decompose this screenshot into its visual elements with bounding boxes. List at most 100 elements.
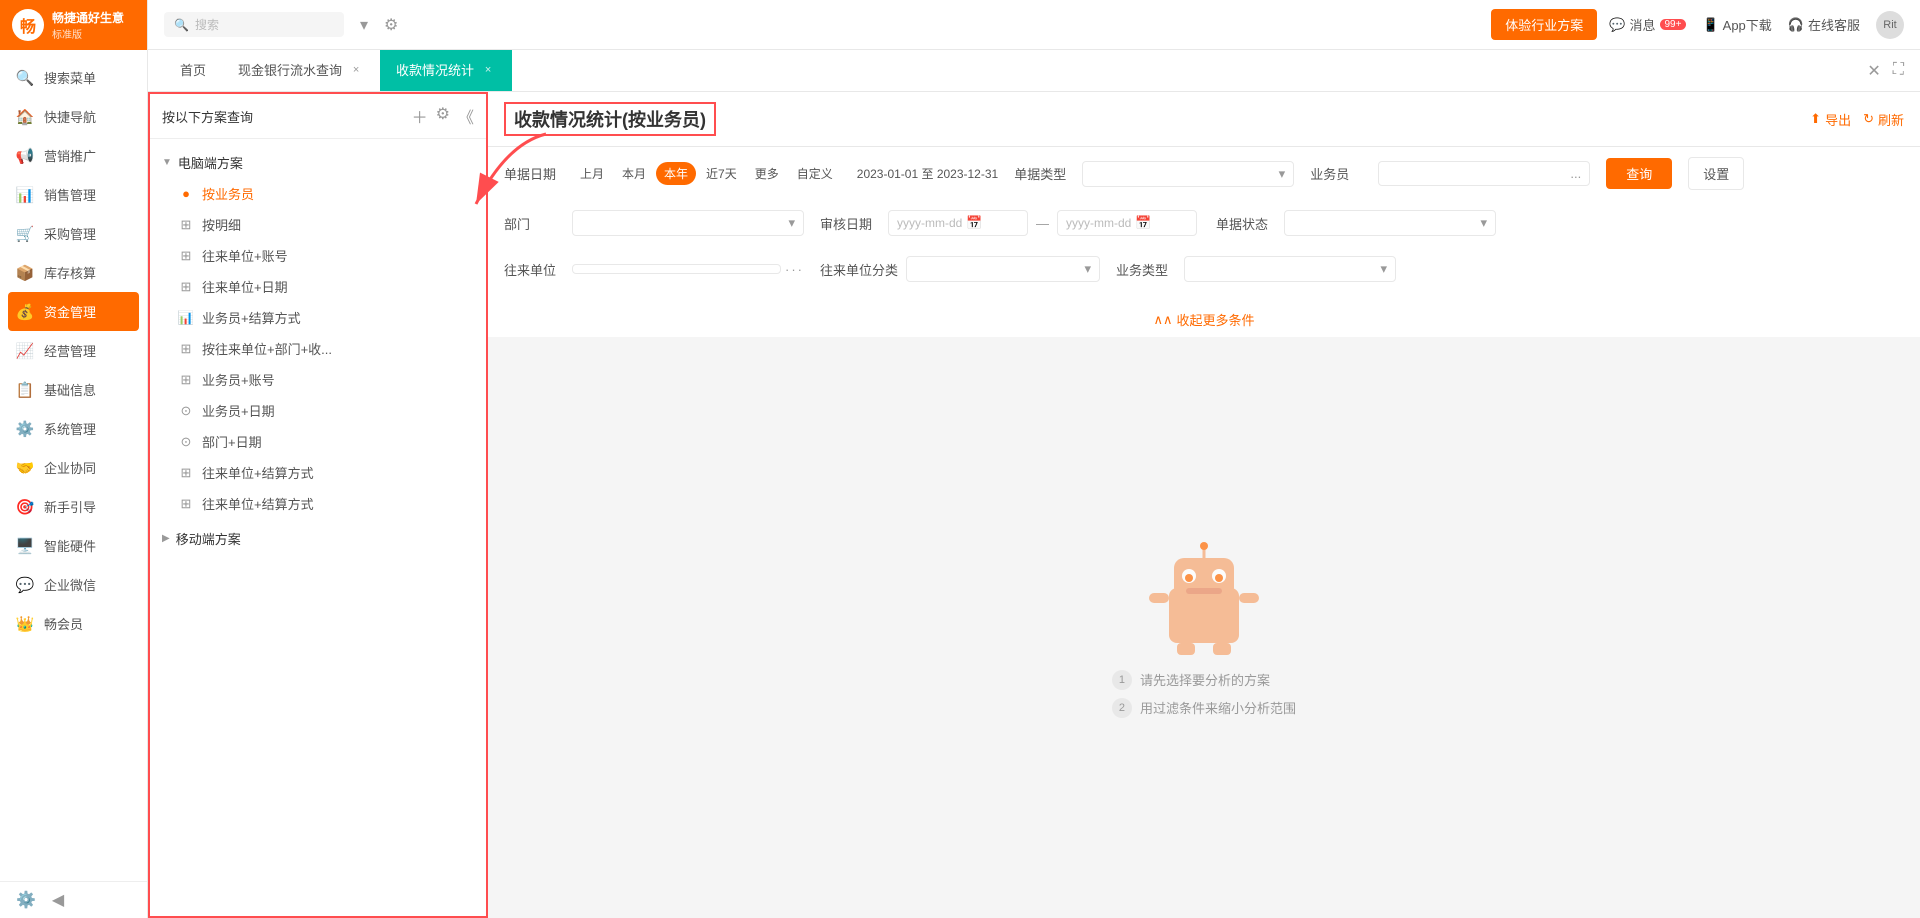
- scheme-item-counterpart-account[interactable]: ⊞ 往来单位+账号: [150, 240, 486, 271]
- scheme-salesperson-account-icon: ⊞: [178, 372, 194, 388]
- refresh-btn[interactable]: ↻ 刷新: [1863, 110, 1904, 129]
- review-date-from[interactable]: yyyy-mm-dd 📅: [888, 210, 1028, 236]
- sidebar-item-enterprise[interactable]: 🤝 企业协同: [0, 448, 147, 487]
- empty-step-1: 1 请先选择要分析的方案: [1112, 670, 1296, 690]
- receipt-type-select[interactable]: ▾: [1082, 161, 1294, 187]
- dept-select[interactable]: ▾: [572, 210, 804, 236]
- sidebar-item-quick-nav[interactable]: 🏠 快捷导航: [0, 97, 147, 136]
- scheme-item-counterpart-settlement1[interactable]: ⊞ 往来单位+结算方式: [150, 457, 486, 488]
- date-tab-more[interactable]: 更多: [747, 162, 787, 185]
- scheme-item-salesperson-settlement[interactable]: 📊 业务员+结算方式: [150, 302, 486, 333]
- receipt-status-select[interactable]: ▾: [1284, 210, 1496, 236]
- counterpart-select[interactable]: [572, 264, 781, 274]
- collapse-sidebar-icon[interactable]: ◀: [52, 890, 64, 910]
- date-separator: —: [1032, 216, 1053, 231]
- query-btn[interactable]: 查询: [1606, 158, 1672, 189]
- manage-scheme-icon[interactable]: ⚙: [436, 104, 450, 128]
- headset-icon: 🎧: [1788, 17, 1804, 33]
- sidebar-item-guide[interactable]: 🎯 新手引导: [0, 487, 147, 526]
- biz-type-select[interactable]: ▾: [1184, 256, 1396, 282]
- counterpart-input-group: ···: [572, 262, 804, 277]
- scheme-item-counterpart-settlement2[interactable]: ⊞ 往来单位+结算方式: [150, 488, 486, 519]
- sidebar-item-inventory[interactable]: 📦 库存核算: [0, 253, 147, 292]
- salesperson-label: 业务员: [1310, 164, 1370, 183]
- scheme-item-counterpart-date[interactable]: ⊞ 往来单位+日期: [150, 271, 486, 302]
- tab-bank-flow-close[interactable]: ×: [348, 62, 364, 78]
- tabbar: 首页 现金银行流水查询 × 收款情况统计 × ✕ ⛶: [148, 50, 1920, 92]
- topbar-dropdown-icon[interactable]: ▾: [360, 15, 368, 35]
- scheme-dept-date-icon: ⊙: [178, 434, 194, 450]
- receipt-type-label: 单据类型: [1014, 164, 1074, 183]
- calendar-to-icon: 📅: [1135, 215, 1151, 231]
- scheme-item-counterpart-dept[interactable]: ⊞ 按往来单位+部门+收...: [150, 333, 486, 364]
- marketing-icon: 📢: [16, 147, 34, 165]
- dept-chevron-icon: ▾: [788, 215, 795, 231]
- sidebar-item-member[interactable]: 👑 畅会员: [0, 604, 147, 643]
- topbar: 🔍 搜索 ▾ ⚙ 体验行业方案 💬 消息 99+ 📱 App下载 🎧: [148, 0, 1920, 50]
- online-service-btn[interactable]: 🎧 在线客服: [1788, 15, 1860, 34]
- scheme-group-mobile-header[interactable]: ▶ 移动端方案: [150, 523, 486, 554]
- messages-btn[interactable]: 💬 消息 99+: [1609, 15, 1686, 34]
- export-btn[interactable]: ⬆ 导出: [1810, 110, 1851, 129]
- topbar-search[interactable]: 🔍 搜索: [164, 12, 344, 37]
- logo-icon: 畅: [12, 9, 44, 41]
- salesperson-select[interactable]: ...: [1378, 161, 1590, 186]
- add-scheme-icon[interactable]: ＋: [412, 104, 428, 128]
- tab-collection-stat[interactable]: 收款情况统计 ×: [380, 50, 512, 91]
- counterpart-class-select[interactable]: ▾: [906, 256, 1100, 282]
- tab-bank-flow[interactable]: 现金银行流水查询 ×: [222, 50, 380, 91]
- sales-icon: 📊: [16, 186, 34, 204]
- scheme-group-desktop-header[interactable]: ▼ 电脑端方案: [150, 147, 486, 178]
- message-icon: 💬: [1609, 17, 1625, 33]
- scheme-item-salesperson[interactable]: ● 按业务员: [150, 178, 486, 209]
- guide-icon: 🎯: [16, 498, 34, 516]
- sidebar-item-search[interactable]: 🔍 搜索菜单: [0, 58, 147, 97]
- counterpart-options-icon[interactable]: ···: [785, 262, 804, 277]
- sidebar-item-wechat[interactable]: 💬 企业微信: [0, 565, 147, 604]
- scheme-counterpart-account-icon: ⊞: [178, 248, 194, 264]
- counterpart-field: 往来单位 ···: [504, 260, 804, 279]
- scheme-list: ▼ 电脑端方案 ● 按业务员 ⊞ 按明细: [150, 139, 486, 916]
- scheme-item-salesperson-date[interactable]: ⊙ 业务员+日期: [150, 395, 486, 426]
- date-tab-7days[interactable]: 近7天: [698, 162, 745, 185]
- collapse-panel-icon[interactable]: 《: [458, 104, 474, 128]
- date-range-display: 2023-01-01 至 2023-12-31: [857, 165, 998, 182]
- review-date-to[interactable]: yyyy-mm-dd 📅: [1057, 210, 1197, 236]
- tab-home[interactable]: 首页: [164, 50, 222, 91]
- salesperson-field: 业务员 ...: [1310, 161, 1590, 186]
- page-header: 收款情况统计(按业务员) ⬆ 导出 ↻ 刷新: [488, 92, 1920, 147]
- settings-bottom-icon[interactable]: ⚙️: [16, 890, 36, 910]
- scheme-item-salesperson-account[interactable]: ⊞ 业务员+账号: [150, 364, 486, 395]
- app-download-btn[interactable]: 📱 App下载: [1702, 15, 1771, 34]
- sidebar-item-basic-info[interactable]: 📋 基础信息: [0, 370, 147, 409]
- solution-btn[interactable]: 体验行业方案: [1491, 9, 1597, 40]
- finance-icon: 💰: [16, 303, 34, 321]
- scheme-counterpart-settlement2-icon: ⊞: [178, 496, 194, 512]
- date-tab-last-month[interactable]: 上月: [572, 162, 612, 185]
- collapse-row[interactable]: ∧∧ 收起更多条件: [488, 302, 1920, 337]
- enterprise-icon: 🤝: [16, 459, 34, 477]
- sidebar-item-operations[interactable]: 📈 经营管理: [0, 331, 147, 370]
- date-tabs: 上月 本月 本年 近7天 更多 自定义: [572, 162, 841, 185]
- filter-settings-btn[interactable]: 设置: [1688, 157, 1744, 190]
- tab-maximize-icon[interactable]: ⛶: [1893, 61, 1904, 81]
- filter-panel-actions: ＋ ⚙ 《: [412, 104, 474, 128]
- sidebar-item-sales[interactable]: 📊 销售管理: [0, 175, 147, 214]
- dept-label: 部门: [504, 214, 564, 233]
- date-tab-custom[interactable]: 自定义: [789, 162, 841, 185]
- sidebar-item-finance[interactable]: 💰 资金管理: [8, 292, 139, 331]
- date-tab-this-month[interactable]: 本月: [614, 162, 654, 185]
- sidebar-item-marketing[interactable]: 📢 营销推广: [0, 136, 147, 175]
- user-avatar[interactable]: Rit: [1876, 11, 1904, 39]
- purchase-icon: 🛒: [16, 225, 34, 243]
- sidebar-item-system[interactable]: ⚙️ 系统管理: [0, 409, 147, 448]
- sidebar-item-purchase[interactable]: 🛒 采购管理: [0, 214, 147, 253]
- expand-arrow-icon: ▼: [162, 157, 172, 168]
- sidebar-item-hardware[interactable]: 🖥️ 智能硬件: [0, 526, 147, 565]
- topbar-settings-icon[interactable]: ⚙: [384, 15, 398, 35]
- scheme-item-detail[interactable]: ⊞ 按明细: [150, 209, 486, 240]
- date-tab-this-year[interactable]: 本年: [656, 162, 696, 185]
- tab-close-icon[interactable]: ✕: [1867, 61, 1880, 81]
- scheme-item-dept-date[interactable]: ⊙ 部门+日期: [150, 426, 486, 457]
- tab-collection-stat-close[interactable]: ×: [480, 62, 496, 78]
